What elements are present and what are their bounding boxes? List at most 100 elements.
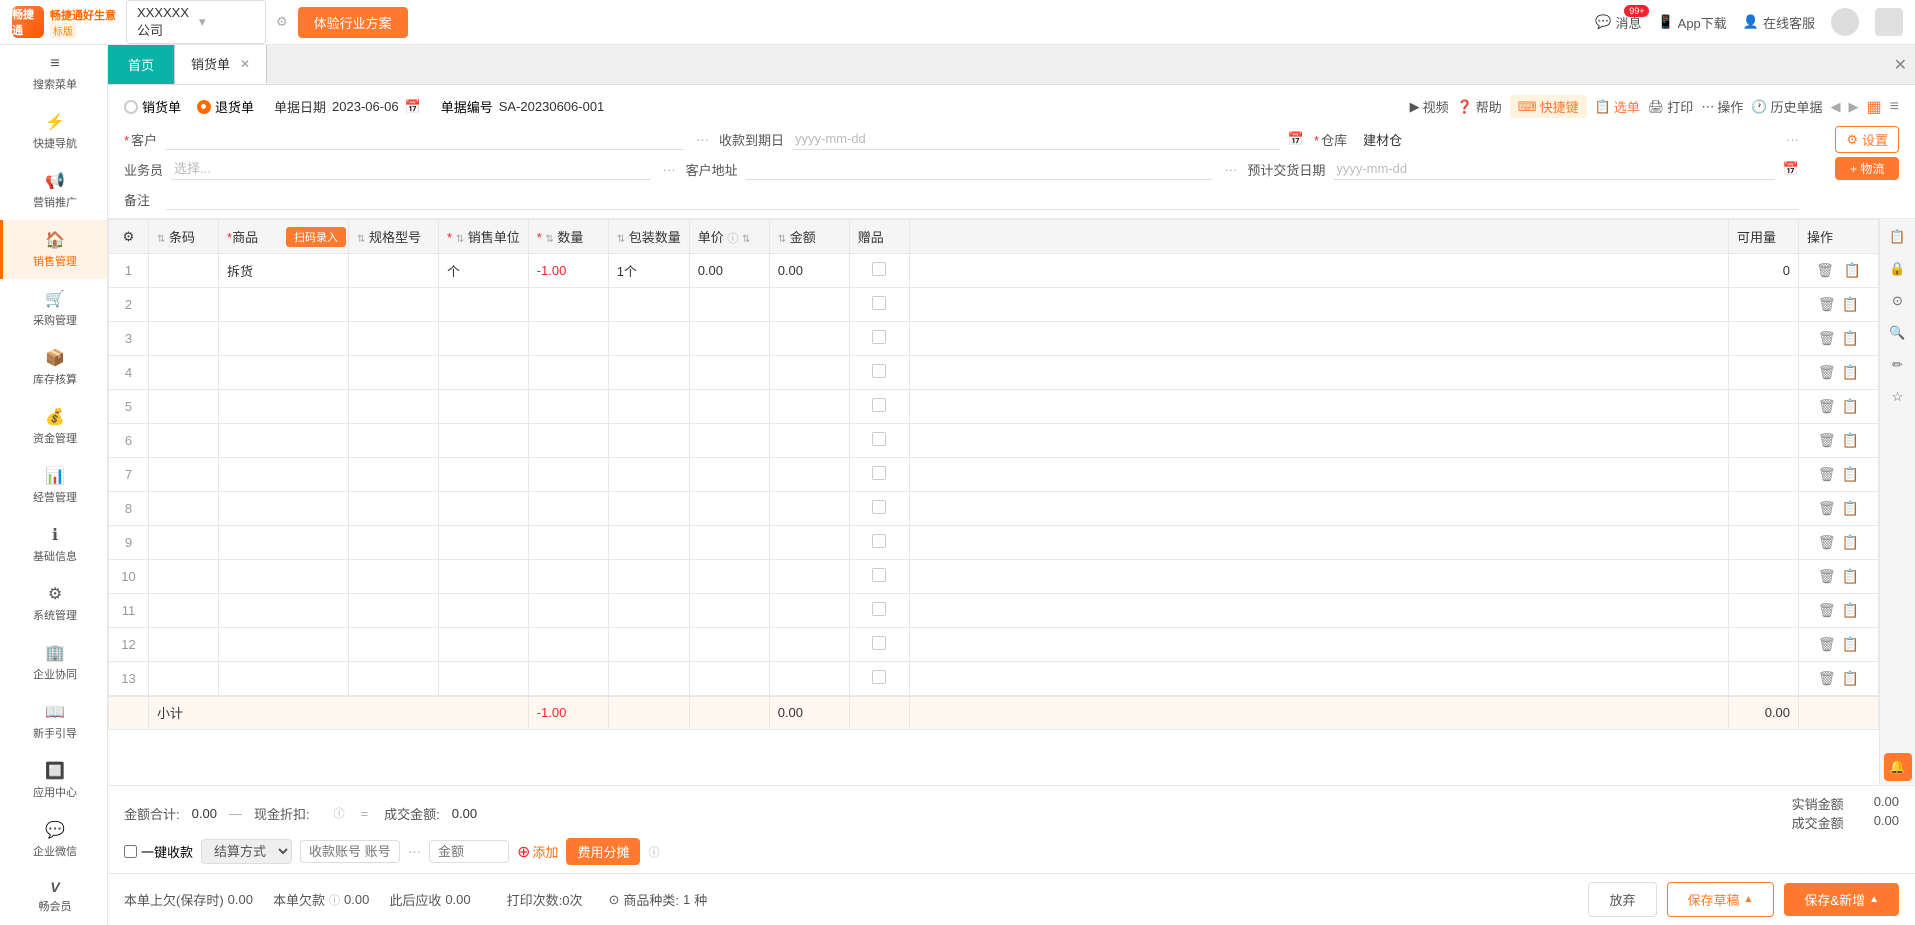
delete-icon[interactable]: 🗑 [1818,636,1836,652]
row-product[interactable] [219,288,349,322]
copy-icon[interactable]: 📋 [1842,466,1859,482]
row-amount[interactable] [769,322,849,356]
discount-info-icon[interactable]: ⓘ [334,805,345,821]
sidebar-item-basicinfo[interactable]: ℹ 基础信息 [0,515,107,574]
industry-btn[interactable]: 体验行业方案 [298,7,408,38]
customer-input[interactable] [165,128,684,150]
row-amount[interactable]: 0.00 [769,254,849,288]
company-selector[interactable]: XXXXXX公司 ▾ [126,0,266,44]
row-gift[interactable] [849,254,909,288]
price-info-icon[interactable]: ⓘ [727,233,738,245]
row-amount[interactable] [769,560,849,594]
row-qty[interactable] [528,458,608,492]
row-amount[interactable] [769,424,849,458]
row-spec[interactable] [349,492,439,526]
app-download-item[interactable]: 📱 App下载 [1657,13,1726,32]
row-qty[interactable] [528,288,608,322]
row-qty[interactable]: -1.00 [528,254,608,288]
row-unit[interactable] [439,628,529,662]
toolbar-select[interactable]: 📋 选单 [1595,97,1640,116]
row-spec[interactable] [349,594,439,628]
delete-icon[interactable]: 🗑 [1816,262,1834,278]
one-click-checkbox-input[interactable] [124,845,137,858]
gift-checkbox[interactable] [872,602,886,616]
online-service-item[interactable]: 👤 在线客服 [1743,13,1815,32]
row-price[interactable]: 0.00 [689,254,769,288]
settings-icon[interactable]: ⚙ [276,14,288,30]
row-pkg-qty[interactable] [608,322,689,356]
sidebar-item-quicknav[interactable]: ⚡ 快捷导航 [0,102,107,161]
gift-checkbox[interactable] [872,568,886,582]
row-qty[interactable] [528,594,608,628]
arrears-info-icon[interactable]: ⓘ [329,892,340,908]
delete-icon[interactable]: 🗑 [1818,364,1836,380]
row-barcode[interactable] [149,424,219,458]
copy-icon[interactable]: 📋 [1842,432,1859,448]
one-click-payment-checkbox[interactable]: 一键收款 [124,842,193,861]
row-product[interactable] [219,628,349,662]
row-spec[interactable] [349,560,439,594]
expected-delivery-input[interactable] [1333,158,1774,180]
row-barcode[interactable] [149,662,219,696]
sidebar-item-marketing[interactable]: 📢 营销推广 [0,161,107,220]
gift-checkbox[interactable] [872,636,886,650]
row-spec[interactable] [349,288,439,322]
due-date-input[interactable] [792,128,1280,150]
row-amount[interactable] [769,458,849,492]
delete-icon[interactable]: 🗑 [1818,534,1836,550]
sidebar-item-finance[interactable]: 💰 资金管理 [0,397,107,456]
fee-info-icon[interactable]: ⓘ [648,844,659,860]
salesperson-more-icon[interactable]: ··· [663,162,676,177]
row-gift[interactable] [849,526,909,560]
dots-icon[interactable]: ··· [408,844,421,859]
row-gift[interactable] [849,628,909,662]
row-price[interactable] [689,356,769,390]
save-draft-btn[interactable]: 保存草稿 ▲ [1667,882,1775,917]
row-qty[interactable] [528,526,608,560]
row-amount[interactable] [769,492,849,526]
date-calendar-icon[interactable]: 📅 [405,99,421,115]
row-unit[interactable] [439,458,529,492]
tab-close-icon[interactable]: ✕ [240,57,250,71]
expected-delivery-calendar-icon[interactable]: 📅 [1783,161,1799,177]
side-btn-clipboard[interactable]: 📋 [1884,223,1912,251]
row-gift[interactable] [849,458,909,492]
row-barcode[interactable] [149,390,219,424]
copy-icon[interactable]: 📋 [1842,398,1859,414]
row-pkg-qty[interactable]: 1个 [608,254,689,288]
row-barcode[interactable] [149,458,219,492]
copy-icon[interactable]: 📋 [1842,636,1859,652]
row-pkg-qty[interactable] [608,424,689,458]
row-unit[interactable] [439,594,529,628]
row-price[interactable] [689,458,769,492]
row-price[interactable] [689,662,769,696]
toolbar-history[interactable]: 🕐 历史单据 [1751,97,1822,116]
row-pkg-qty[interactable] [608,628,689,662]
row-pkg-qty[interactable] [608,594,689,628]
row-amount[interactable] [769,288,849,322]
row-spec[interactable] [349,526,439,560]
row-qty[interactable] [528,424,608,458]
gift-checkbox[interactable] [872,432,886,446]
delete-icon[interactable]: 🗑 [1818,466,1836,482]
row-product[interactable] [219,594,349,628]
grid-view-icon[interactable]: ▦ [1867,97,1882,117]
row-price[interactable] [689,288,769,322]
logistics-btn[interactable]: + 物流 [1835,157,1899,180]
tab-sales-order[interactable]: 销货单 ✕ [175,45,267,84]
due-date-calendar-icon[interactable]: 📅 [1288,131,1304,147]
gift-checkbox[interactable] [872,296,886,310]
row-price[interactable] [689,390,769,424]
row-pkg-qty[interactable] [608,662,689,696]
row-unit[interactable] [439,288,529,322]
toolbar-print[interactable]: 🖨 打印 [1648,97,1694,116]
copy-icon[interactable]: 📋 [1842,534,1859,550]
row-spec[interactable] [349,628,439,662]
row-barcode[interactable] [149,594,219,628]
row-product[interactable] [219,356,349,390]
copy-icon[interactable]: 📋 [1843,262,1860,278]
gift-checkbox[interactable] [872,534,886,548]
sidebar-item-guide[interactable]: 📖 新手引导 [0,692,107,751]
sidebar-item-sales[interactable]: 🏠 销售管理 [0,220,107,279]
payment-method-select[interactable]: 结算方式 [201,839,292,864]
